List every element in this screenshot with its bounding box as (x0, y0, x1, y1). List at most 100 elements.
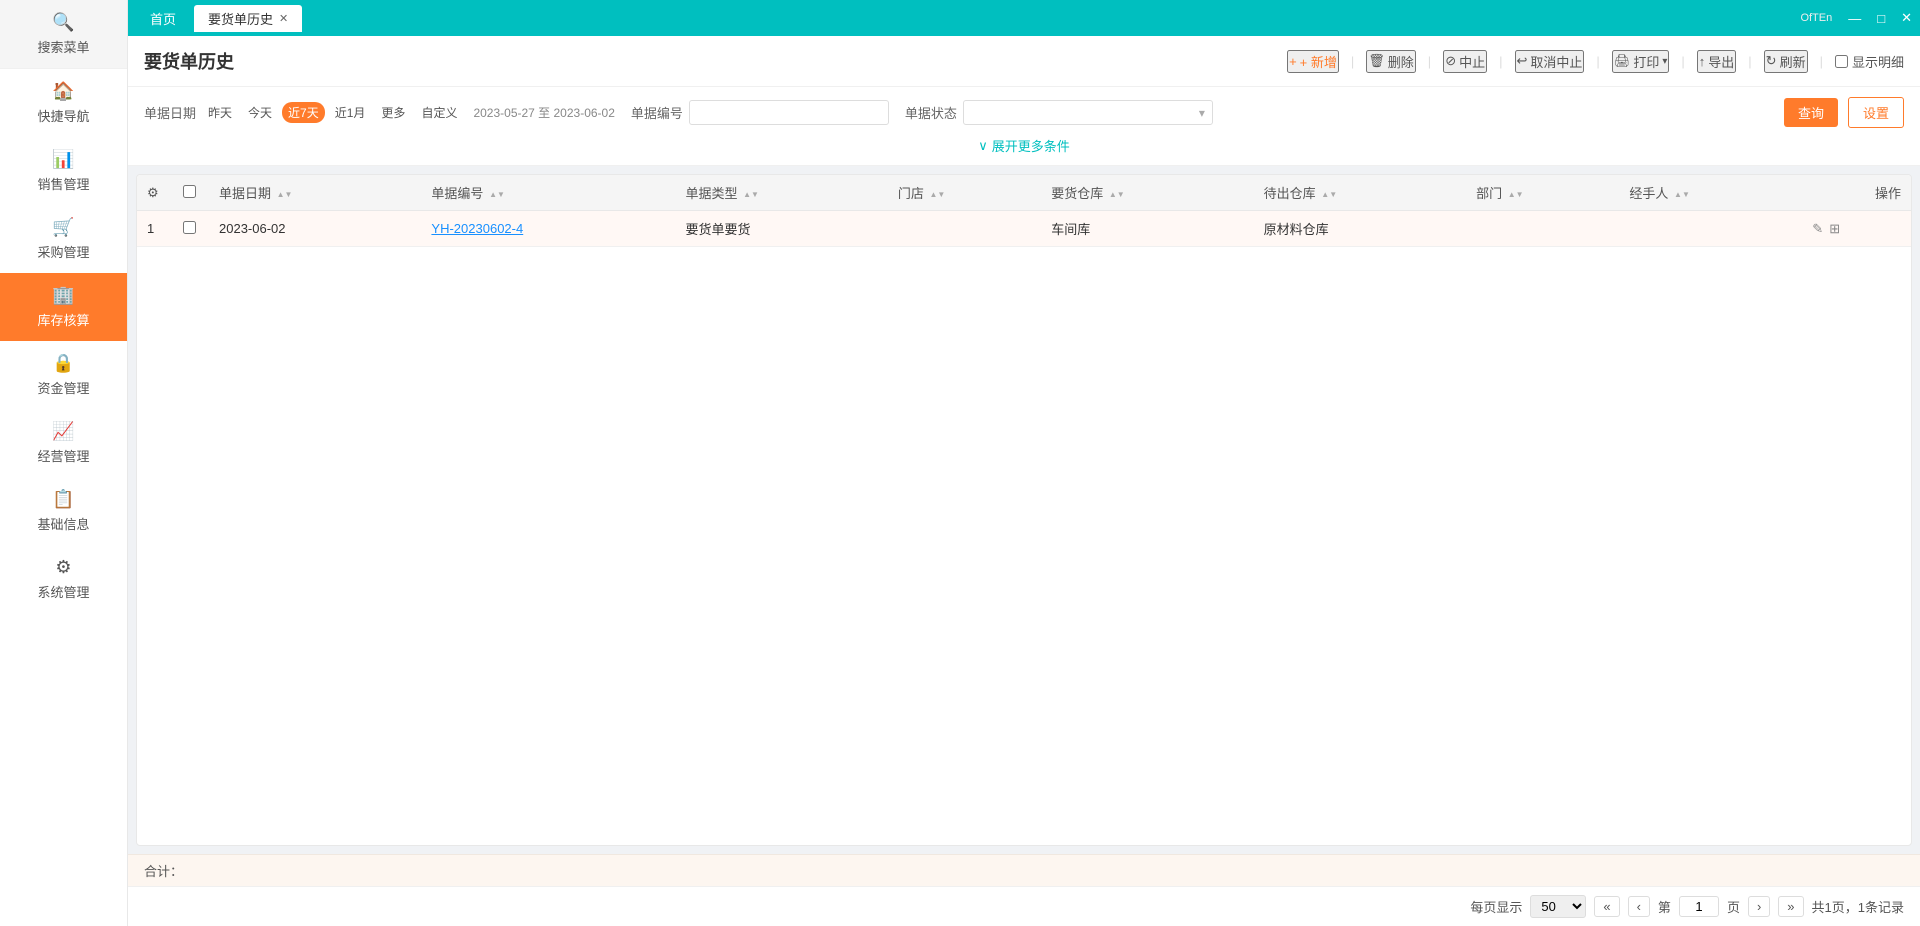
doc-number-filter-group: 单据编号 (631, 100, 889, 125)
last-page-btn[interactable]: » (1778, 896, 1803, 917)
row-number[interactable]: YH-20230602-4 (421, 211, 675, 247)
page-number-input[interactable] (1679, 896, 1719, 917)
sidebar-item-basics[interactable]: 📋 基础信息 (0, 477, 127, 545)
cancel-stop-button[interactable]: ↩ 取消中止 (1515, 50, 1585, 73)
action-icons: ✎ ⊞ (1812, 221, 1901, 237)
th-checkbox[interactable] (173, 175, 209, 211)
settings-button[interactable]: 设置 (1848, 97, 1904, 128)
tab-home[interactable]: 首页 (136, 5, 190, 32)
minimize-btn[interactable]: — (1848, 11, 1861, 26)
sidebar-item-search-menu[interactable]: 🔍 搜索菜单 (0, 0, 127, 69)
row-checkbox[interactable] (173, 211, 209, 247)
delete-button[interactable]: 🗑 删除 (1366, 50, 1416, 73)
th-req-warehouse[interactable]: 要货仓库 ▲▼ (1041, 175, 1253, 211)
window-close-btn[interactable]: ✕ (1901, 10, 1912, 26)
row-detail-icon[interactable]: ⊞ (1829, 221, 1840, 237)
row-edit-icon[interactable]: ✎ (1812, 221, 1823, 237)
doc-number-label: 单据编号 (631, 103, 683, 122)
settings-icon[interactable]: ⚙ (147, 185, 159, 200)
page-suffix: 页 (1727, 897, 1740, 916)
tab-close-icon[interactable]: ✕ (279, 12, 288, 25)
data-table: ⚙ 单据日期 ▲▼ 单据编号 ▲▼ (137, 175, 1911, 247)
sidebar-item-finance[interactable]: 🔒 资金管理 (0, 341, 127, 409)
sort-req-warehouse-icon: ▲▼ (1109, 190, 1125, 199)
row-type: 要货单要货 (675, 211, 887, 247)
page-label: 第 (1658, 897, 1671, 916)
per-page-select[interactable]: 50 10 20 100 (1530, 895, 1586, 918)
select-all-checkbox[interactable] (183, 185, 196, 198)
th-pending-warehouse[interactable]: 待出仓库 ▲▼ (1254, 175, 1466, 211)
sort-handler-icon: ▲▼ (1674, 190, 1690, 199)
date-yesterday[interactable]: 昨天 (202, 102, 238, 123)
footer-bar: 合计： (128, 854, 1920, 886)
operations-icon: 📈 (52, 421, 74, 442)
tab-requisition-history[interactable]: 要货单历史 ✕ (194, 5, 302, 32)
th-department[interactable]: 部门 ▲▼ (1466, 175, 1619, 211)
th-handler[interactable]: 经手人 ▲▼ (1619, 175, 1802, 211)
stop-button[interactable]: ⊘ 中止 (1443, 50, 1487, 73)
date-label: 单据日期 (144, 103, 196, 122)
brand-name: OfTEn (1800, 12, 1832, 24)
th-date[interactable]: 单据日期 ▲▼ (209, 175, 421, 211)
show-detail-checkbox[interactable] (1835, 55, 1848, 68)
table-row: 1 2023-06-02 YH-20230602-4 要货单要货 车间库 原材料… (137, 211, 1911, 247)
sidebar-item-sales[interactable]: 📊 销售管理 (0, 137, 127, 205)
date-custom[interactable]: 自定义 (415, 102, 463, 123)
row-index: 1 (137, 211, 173, 247)
sidebar-item-inventory[interactable]: 🏢 库存核算 (0, 273, 127, 341)
filter-bar: 单据日期 昨天 今天 近7天 近1月 更多 自定义 2023-05-27 至 2… (128, 87, 1920, 166)
row-handler (1619, 211, 1802, 247)
th-number[interactable]: 单据编号 ▲▼ (421, 175, 675, 211)
export-button[interactable]: ↑ 导出 (1697, 50, 1737, 73)
refresh-button[interactable]: ↻ 刷新 (1764, 50, 1808, 73)
date-filter-group: 单据日期 昨天 今天 近7天 近1月 更多 自定义 2023-05-27 至 2… (144, 102, 615, 123)
table-area: ⚙ 单据日期 ▲▼ 单据编号 ▲▼ (136, 174, 1912, 846)
th-type[interactable]: 单据类型 ▲▼ (675, 175, 887, 211)
maximize-btn[interactable]: □ (1877, 11, 1885, 26)
sidebar: 🔍 搜索菜单 🏠 快捷导航 📊 销售管理 🛒 采购管理 🏢 库存核算 🔒 资金管… (0, 0, 128, 926)
filter-row: 单据日期 昨天 今天 近7天 近1月 更多 自定义 2023-05-27 至 2… (144, 97, 1904, 128)
sidebar-item-purchase[interactable]: 🛒 采购管理 (0, 205, 127, 273)
sidebar-item-system[interactable]: ⚙ 系统管理 (0, 545, 127, 613)
sort-store-icon: ▲▼ (930, 190, 946, 199)
print-button[interactable]: 🖨 打印 ▾ (1612, 50, 1670, 73)
th-settings[interactable]: ⚙ (137, 175, 173, 211)
date-more[interactable]: 更多 (375, 102, 411, 123)
next-page-btn[interactable]: › (1748, 896, 1770, 917)
inventory-icon: 🏢 (52, 285, 74, 306)
row-actions: ✎ ⊞ (1802, 211, 1911, 247)
sidebar-item-quick-nav[interactable]: 🏠 快捷导航 (0, 69, 127, 137)
new-button[interactable]: + + 新增 (1287, 50, 1339, 73)
page-header: 要货单历史 + + 新增 | 🗑 删除 | ⊘ 中止 | ↩ (128, 36, 1920, 87)
date-last7[interactable]: 近7天 (282, 102, 325, 123)
system-icon: ⚙ (55, 557, 71, 578)
export-icon: ↑ (1699, 54, 1706, 69)
print-icon: 🖨 (1614, 53, 1631, 69)
status-label: 单据状态 (905, 103, 957, 122)
th-store[interactable]: 门店 ▲▼ (888, 175, 1041, 211)
purchase-icon: 🛒 (52, 217, 74, 238)
date-last1m[interactable]: 近1月 (329, 102, 372, 123)
plus-icon: + (1289, 54, 1297, 69)
quick-nav-icon: 🏠 (52, 81, 74, 102)
content-area: 要货单历史 + + 新增 | 🗑 删除 | ⊘ 中止 | ↩ (128, 36, 1920, 926)
doc-number-input[interactable] (689, 100, 889, 125)
th-action: 操作 (1802, 175, 1911, 211)
show-detail-toggle[interactable]: 显示明细 (1835, 52, 1904, 71)
refresh-icon: ↻ (1766, 53, 1777, 69)
query-button[interactable]: 查询 (1784, 98, 1838, 127)
first-page-btn[interactable]: « (1594, 896, 1619, 917)
row-date: 2023-06-02 (209, 211, 421, 247)
prev-page-btn[interactable]: ‹ (1628, 896, 1650, 917)
expand-filter-btn[interactable]: ∨ 展开更多条件 (978, 136, 1070, 155)
table-header-row: ⚙ 单据日期 ▲▼ 单据编号 ▲▼ (137, 175, 1911, 211)
status-input[interactable] (963, 100, 1213, 125)
stop-icon: ⊘ (1445, 53, 1456, 69)
total-info: 共1页，1条记录 (1812, 897, 1904, 916)
date-shortcuts: 昨天 今天 近7天 近1月 更多 自定义 (202, 102, 463, 123)
row-store (888, 211, 1041, 247)
status-filter-group: 单据状态 ▾ (905, 100, 1213, 125)
date-today[interactable]: 今天 (242, 102, 278, 123)
sidebar-item-operations[interactable]: 📈 经营管理 (0, 409, 127, 477)
row-select-checkbox[interactable] (183, 221, 196, 234)
